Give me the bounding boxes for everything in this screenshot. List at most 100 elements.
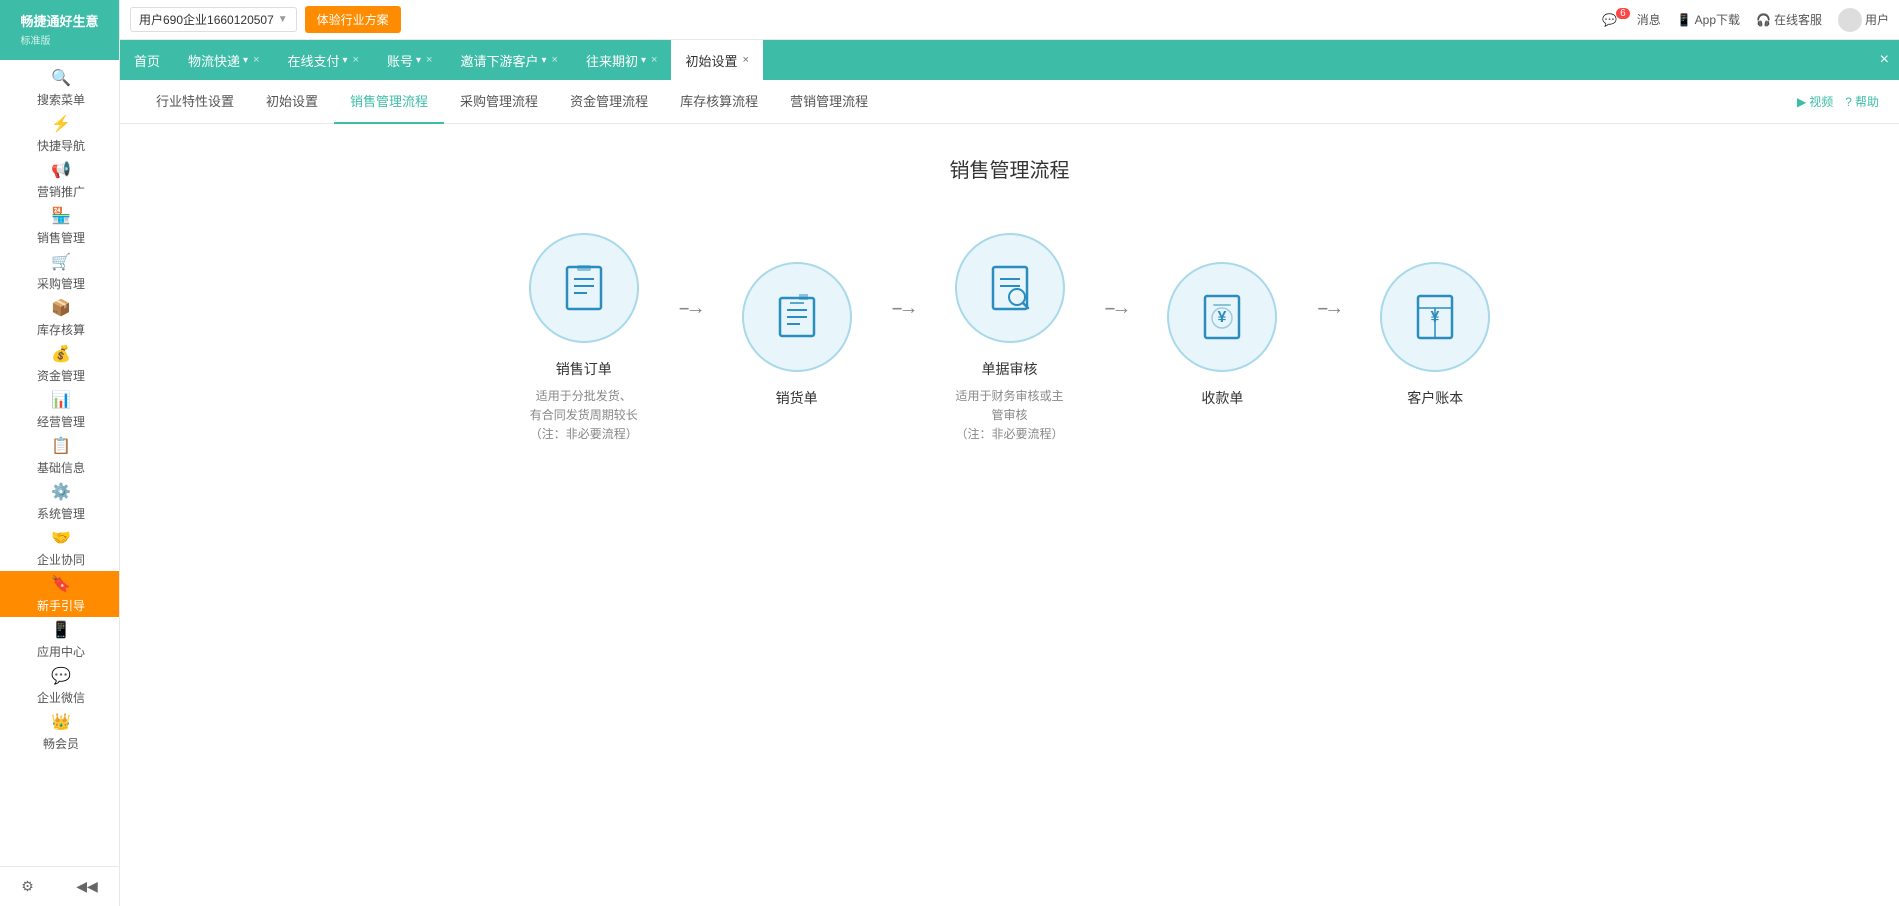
dropdown-arrow-icon: ▼ [278,14,288,25]
search-icon: 🔍 [51,68,71,88]
nav-tab-close-icon[interactable]: × [552,54,558,66]
sidebar-item-label: 快捷导航 [37,137,85,154]
step-circle [742,262,852,372]
flow-step-销货单[interactable]: 销货单 [707,262,887,416]
action-label: 视频 [1809,93,1833,110]
nav-tab-首页[interactable]: 首页 [120,40,174,80]
action-icon: ? [1845,95,1852,109]
sidebar-bottom: ⚙ ◀◀ [0,866,119,906]
sidebar-item-vip[interactable]: 👑 畅会员 [0,709,119,755]
sub-tab-营销管理流程[interactable]: 营销管理流程 [774,80,884,124]
sidebar-item-enterprise-collab[interactable]: 🤝 企业协同 [0,525,119,571]
nav-tab-往来期初[interactable]: 往来期初▾ × [572,40,671,80]
new-guide-icon: 🔖 [51,574,71,594]
flow-step-销售订单[interactable]: 销售订单 适用于分批发货、有合同发货周期较长（注：非必要流程） [494,233,674,445]
sidebar-item-search[interactable]: 🔍 搜索菜单 [0,65,119,111]
nav-tab-账号[interactable]: 账号▾× [373,40,446,80]
sidebar-item-label: 销售管理 [37,229,85,246]
message-icon: 💬 [1602,13,1617,27]
sidebar-item-quick-nav[interactable]: ⚡ 快捷导航 [0,111,119,157]
action-icon: ▶ [1797,95,1806,109]
sub-tab-action-帮助[interactable]: ?帮助 [1845,93,1879,110]
inventory-icon: 📦 [51,298,71,318]
user-selector-label: 用户690企业1660120507 [139,11,274,28]
flow-steps: 销售订单 适用于分批发货、有合同发货周期较长（注：非必要流程） - -→ 销货单… [494,233,1526,445]
nav-tab-close-icon[interactable]: × [353,54,359,66]
sub-tab-销售管理流程[interactable]: 销售管理流程 [334,80,444,124]
online-service-button[interactable]: 🎧 在线客服 [1756,11,1822,28]
flow-arrow-icon: - -→ [892,297,915,320]
user-selector[interactable]: 用户690企业1660120507 ▼ [130,7,297,32]
collapse-icon[interactable]: ◀◀ [71,873,103,900]
flow-step-客户账本[interactable]: ¥ 客户账本 [1345,262,1525,416]
app-download-button[interactable]: 📱 App下载 [1677,11,1740,28]
nav-tab-初始设置[interactable]: 初始设置× [671,40,762,80]
finance-icon: 💰 [51,344,71,364]
step-desc: 适用于财务审核或主管审核（注：非必要流程） [955,387,1063,445]
flow-arrow-icon: - -→ [679,297,702,320]
sub-tab-初始设置[interactable]: 初始设置 [250,80,334,124]
headset-icon: 🎧 [1756,13,1771,27]
sidebar-item-marketing[interactable]: 📢 营销推广 [0,157,119,203]
enterprise-collab-icon: 🤝 [51,528,71,548]
vip-icon: 👑 [51,712,71,732]
nav-tab-邀请下游客户[interactable]: 邀请下游客户▾× [446,40,571,80]
sub-tab-action-视频[interactable]: ▶视频 [1797,93,1833,110]
sidebar-item-purchase[interactable]: 🛒 采购管理 [0,249,119,295]
flow-step-单据审核[interactable]: 单据审核 适用于财务审核或主管审核（注：非必要流程） [920,233,1100,445]
sidebar-item-system[interactable]: ⚙️ 系统管理 [0,479,119,525]
sidebar-item-label: 库存核算 [37,321,85,338]
nav-tab-arrow-icon: ▾ [243,55,248,66]
sidebar-item-label: 企业协同 [37,551,85,568]
step-name: 收款单 [1201,388,1243,408]
sidebar-item-operations[interactable]: 📊 经营管理 [0,387,119,433]
username-label: 用户 [1865,11,1889,28]
sub-tab-采购管理流程[interactable]: 采购管理流程 [444,80,554,124]
nav-tab-物流快递[interactable]: 物流快递▾× [174,40,273,80]
sub-tab-行业特性设置[interactable]: 行业特性设置 [140,80,250,124]
nav-tab-label: 账号 [387,51,413,70]
sidebar-menu: 🔍 搜索菜单 ⚡ 快捷导航 📢 营销推广 🏪 销售管理 🛒 采购管理 📦 库存核… [0,60,119,866]
step-name: 销售订单 [556,359,612,379]
nav-tabs-bar: 首页物流快递▾×在线支付▾×账号▾×邀请下游客户▾×往来期初▾×初始设置×× [120,40,1899,80]
sidebar-item-inventory[interactable]: 📦 库存核算 [0,295,119,341]
nav-tab-close-icon[interactable]: × [253,54,259,66]
flow-arrow-icon: - -→ [1317,297,1340,320]
nav-tab-arrow-icon: ▾ [641,55,646,66]
settings-icon[interactable]: ⚙ [16,873,39,900]
nav-tab-close-icon[interactable]: × [426,54,432,66]
nav-tab-label: 在线支付 [288,51,340,70]
sidebar-item-label: 新手引导 [37,597,85,614]
marketing-icon: 📢 [51,160,71,180]
sub-tab-库存核算流程[interactable]: 库存核算流程 [664,80,774,124]
sidebar-item-sales[interactable]: 🏪 销售管理 [0,203,119,249]
operations-icon: 📊 [51,390,71,410]
sidebar-item-label: 经营管理 [37,413,85,430]
sidebar-item-enterprise-wechat[interactable]: 💬 企业微信 [0,663,119,709]
nav-tab-close-icon[interactable]: × [651,54,657,66]
app-center-icon: 📱 [51,620,71,640]
main-content: 行业特性设置初始设置销售管理流程采购管理流程资金管理流程库存核算流程营销管理流程… [120,80,1899,906]
app-download-label: App下载 [1695,11,1740,28]
sales-icon: 🏪 [51,206,71,226]
sidebar-item-app-center[interactable]: 📱 应用中心 [0,617,119,663]
nav-tab-在线支付[interactable]: 在线支付▾ × [274,40,373,80]
svg-text:¥: ¥ [1218,309,1227,326]
close-all-tabs-button[interactable]: × [1870,51,1899,69]
message-button[interactable]: 💬 6 消息 [1602,11,1661,28]
nav-tab-label: 往来期初 [586,51,638,70]
flow-step-收款单[interactable]: ¥ 收款单 [1132,262,1312,416]
sidebar-item-base-info[interactable]: 📋 基础信息 [0,433,119,479]
experience-button[interactable]: 体验行业方案 [305,6,401,33]
header-right: 💬 6 消息 📱 App下载 🎧 在线客服 用户 [1602,8,1889,32]
sidebar-item-new-guide[interactable]: 🔖 新手引导 [0,571,119,617]
sub-tab-资金管理流程[interactable]: 资金管理流程 [554,80,664,124]
user-menu-button[interactable]: 用户 [1838,8,1889,32]
nav-tab-label: 首页 [134,51,160,70]
sidebar-item-finance[interactable]: 💰 资金管理 [0,341,119,387]
nav-tab-close-icon[interactable]: × [742,54,748,66]
flow-container: 销售管理流程 销售订单 适用于分批发货、有合同发货周期较长（注：非必要流程） -… [120,124,1899,495]
top-header: 用户690企业1660120507 ▼ 体验行业方案 💬 6 消息 📱 App下… [120,0,1899,40]
step-name: 销货单 [776,388,818,408]
nav-tab-arrow-icon: ▾ [343,55,348,66]
